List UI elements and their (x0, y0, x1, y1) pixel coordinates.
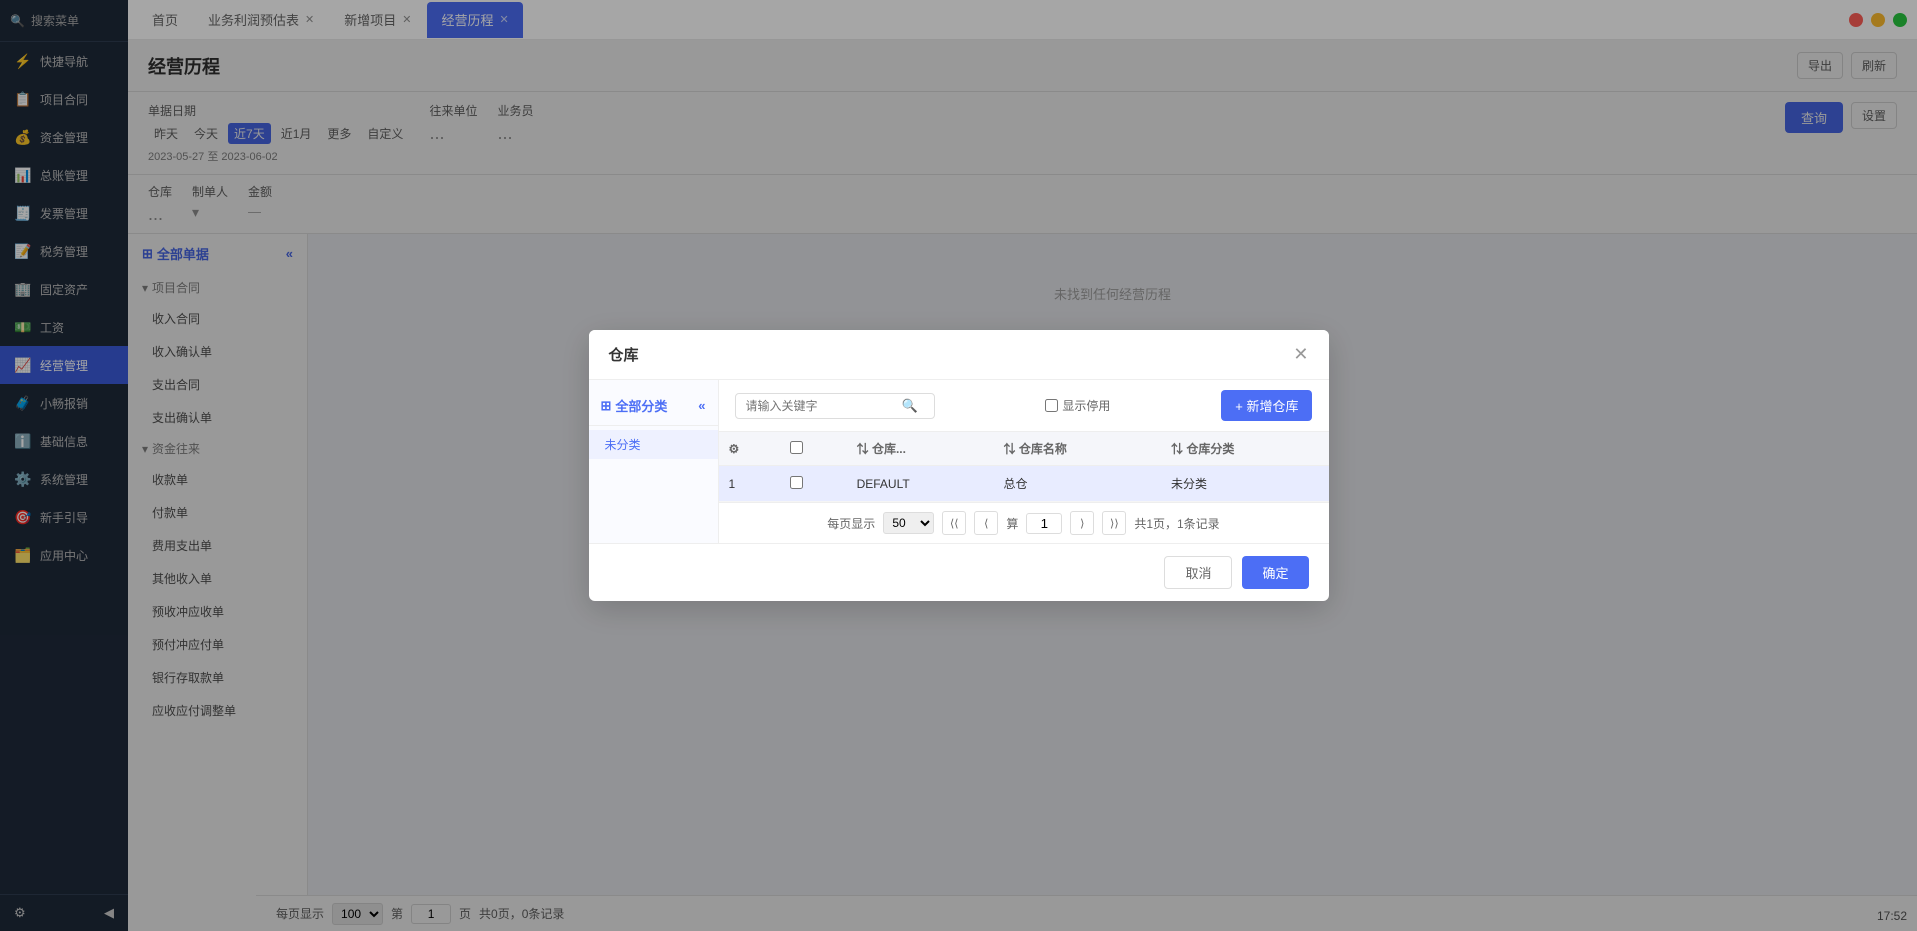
modal-table-header: ⚙ ⇅ 仓库... ⇅ (719, 432, 1329, 466)
modal-table-body: 1 DEFAULT 总仓 未分类 (719, 466, 1329, 502)
first-page-btn[interactable]: ⟨⟨ (942, 511, 966, 535)
modal-header: 仓库 ✕ (589, 330, 1329, 380)
page-text: 算 (1006, 515, 1018, 532)
add-warehouse-button[interactable]: + 新增仓库 (1221, 390, 1312, 421)
confirm-button[interactable]: 确定 (1242, 556, 1308, 589)
gear-icon[interactable]: ⚙ (729, 442, 740, 456)
modal-left-panel: ⊞ 全部分类 « 未分类 (589, 380, 719, 543)
col-settings: ⚙ (719, 432, 781, 466)
modal-page-input[interactable] (1026, 513, 1062, 534)
modal-title: 仓库 (609, 344, 639, 365)
row-category: 未分类 (1161, 466, 1329, 502)
row-select-checkbox[interactable] (790, 476, 803, 489)
table-row[interactable]: 1 DEFAULT 总仓 未分类 (719, 466, 1329, 502)
warehouse-table: ⚙ ⇅ 仓库... ⇅ (719, 432, 1329, 502)
show-disabled-checkbox[interactable] (1045, 399, 1058, 412)
modal-left-divider (589, 425, 718, 426)
row-code: DEFAULT (847, 466, 994, 502)
modal-table-pagination: 每页显示 50 100 ⟨⟨ ⟨ 算 ⟩ ⟩⟩ 共1页，1条记录 (719, 502, 1329, 543)
prev-page-btn[interactable]: ⟨ (974, 511, 998, 535)
cancel-button[interactable]: 取消 (1164, 556, 1232, 589)
modal-overlay: 仓库 ✕ ⊞ 全部分类 « 未分类 (0, 0, 1917, 931)
modal-collapse-icon[interactable]: « (698, 398, 705, 413)
select-all-checkbox[interactable] (790, 441, 803, 454)
show-disabled-checkbox-group: 显示停用 (1045, 397, 1110, 414)
row-name: 总仓 (993, 466, 1160, 502)
next-page-btn[interactable]: ⟩ (1070, 511, 1094, 535)
search-icon-2: 🔍 (902, 398, 918, 414)
modal-search-box[interactable]: 🔍 (735, 393, 935, 419)
modal-left-all-label: ⊞ 全部分类 (601, 396, 668, 415)
modal-right-panel: 🔍 显示停用 + 新增仓库 ⚙ (719, 380, 1329, 543)
col-checkbox (780, 432, 846, 466)
sort-icon-code[interactable]: ⇅ (857, 442, 869, 456)
sort-icon-name[interactable]: ⇅ (1003, 442, 1015, 456)
grid-icon-2: ⊞ (601, 398, 612, 414)
modal-close-button[interactable]: ✕ (1293, 344, 1308, 365)
modal-table-container: ⚙ ⇅ 仓库... ⇅ (719, 432, 1329, 502)
per-page-text: 每页显示 (827, 515, 875, 532)
row-settings: 1 (719, 466, 781, 502)
modal-search-input[interactable] (746, 399, 896, 413)
modal-action-bar: 取消 确定 (589, 543, 1329, 601)
modal-table-header-row: ⚙ ⇅ 仓库... ⇅ (719, 432, 1329, 466)
modal-toolbar: 🔍 显示停用 + 新增仓库 (719, 380, 1329, 432)
warehouse-modal: 仓库 ✕ ⊞ 全部分类 « 未分类 (589, 330, 1329, 601)
system-time: 17:52 (1877, 909, 1907, 923)
row-checkbox (780, 466, 846, 502)
modal-left-unclassified[interactable]: 未分类 (589, 430, 718, 459)
last-page-btn[interactable]: ⟩⟩ (1102, 511, 1126, 535)
col-name: ⇅ 仓库名称 (993, 432, 1160, 466)
modal-left-header[interactable]: ⊞ 全部分类 « (589, 390, 718, 421)
modal-per-page-select[interactable]: 50 100 (883, 512, 934, 534)
total-label: 共1页，1条记录 (1134, 515, 1219, 532)
show-disabled-label: 显示停用 (1062, 397, 1110, 414)
sort-icon-cat[interactable]: ⇅ (1171, 442, 1183, 456)
col-code: ⇅ 仓库... (847, 432, 994, 466)
col-category: ⇅ 仓库分类 (1161, 432, 1329, 466)
modal-body: ⊞ 全部分类 « 未分类 🔍 (589, 380, 1329, 543)
